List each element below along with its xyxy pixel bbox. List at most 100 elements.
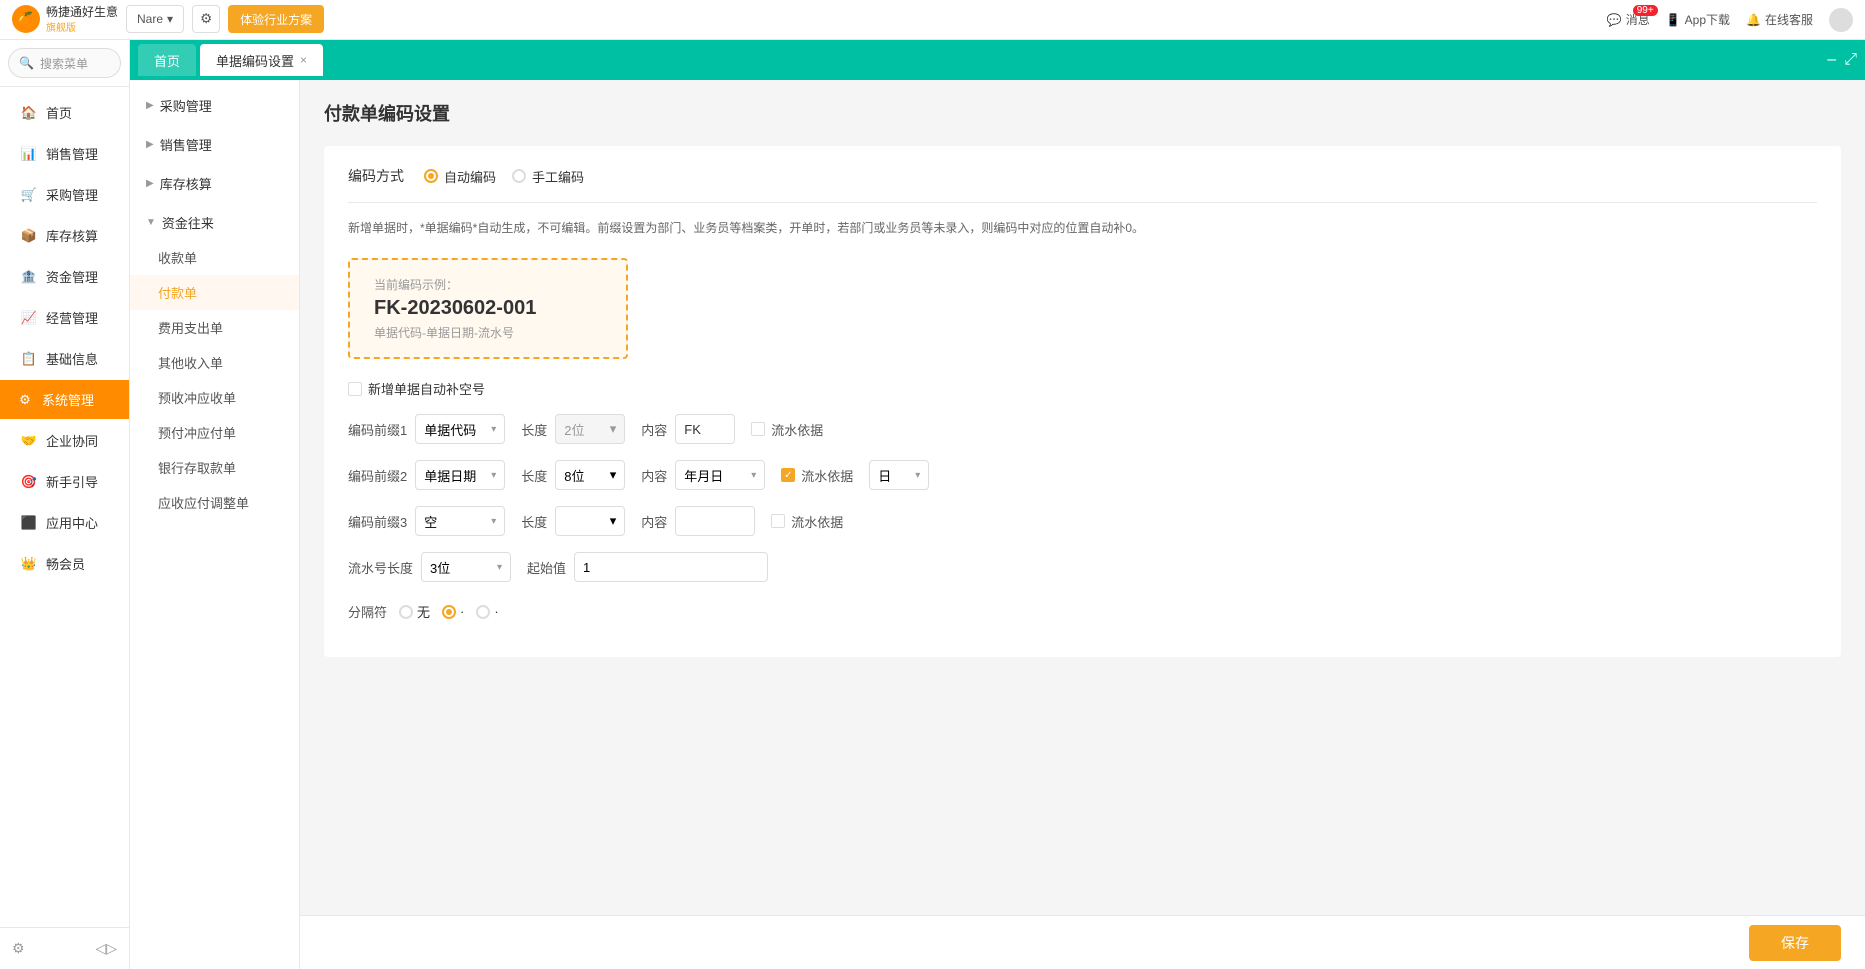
chevron-icon: ▾ — [915, 470, 920, 481]
field-length1: 长度 2位 ▾ — [521, 414, 625, 444]
sidebar-item-label: 畅会员 — [46, 554, 85, 573]
main-layout: 🔍 搜索菜单 🏠 首页 📊 销售管理 🛒 采购管理 📦 库存核算 🏦 — [0, 40, 1865, 969]
radio-auto[interactable]: 自动编码 — [424, 167, 496, 186]
sub-sidebar: ▶ 采购管理 ▶ 销售管理 ▶ 库存核算 — [130, 80, 300, 969]
auto-fill-row: 新增单据自动补空号 — [348, 379, 1817, 398]
app-logo: 🍊 畅捷通好生意 旗舰版 — [12, 5, 118, 34]
tab-home[interactable]: 首页 — [138, 44, 196, 76]
group-header-purchase[interactable]: ▶ 采购管理 — [130, 88, 299, 123]
nav-dropdown-button[interactable]: Nare ▾ — [126, 5, 184, 33]
sidebar-item-label: 经营管理 — [46, 308, 98, 327]
sub-item-bank[interactable]: 银行存取款单 — [130, 450, 299, 485]
sidebar-item-finance[interactable]: 🏦 资金管理 — [4, 257, 125, 296]
radio-manual-dot — [512, 169, 526, 183]
sub-item-other-income[interactable]: 其他收入单 — [130, 345, 299, 380]
sidebar-item-member[interactable]: 👑 畅会员 — [4, 544, 125, 583]
sidebar-nav: 🏠 首页 📊 销售管理 🛒 采购管理 📦 库存核算 🏦 资金管理 📈 经 — [0, 87, 129, 927]
sub-item-prepay-ap[interactable]: 预付冲应付单 — [130, 415, 299, 450]
sidebar-item-info[interactable]: 📋 基础信息 — [4, 339, 125, 378]
search-menu-button[interactable]: 🔍 搜索菜单 — [8, 48, 121, 78]
sidebar-item-inventory[interactable]: 📦 库存核算 — [4, 216, 125, 255]
sep-none[interactable]: 无 — [399, 602, 430, 621]
separator-label: 分隔符 — [348, 602, 387, 621]
sub-item-payment[interactable]: 付款单 — [130, 275, 299, 310]
serial-length-select[interactable]: 3位 ▾ — [421, 552, 511, 582]
preview-format: 单据代码-单据日期-流水号 — [374, 324, 602, 341]
group-header-sales[interactable]: ▶ 销售管理 — [130, 127, 299, 162]
serial-checkbox1[interactable] — [751, 422, 765, 436]
sidebar-settings-icon[interactable]: ⚙ — [8, 936, 29, 961]
sidebar-item-guide[interactable]: 🎯 新手引导 — [4, 462, 125, 501]
app-download-button[interactable]: 📱 App下载 — [1666, 11, 1730, 28]
tip-text: 新增单据时，*单据编码*自动生成，不可编辑。前缀设置为部门、业务员等档案类，开单… — [348, 219, 1817, 238]
sidebar-item-collab[interactable]: 🤝 企业协同 — [4, 421, 125, 460]
user-avatar[interactable] — [1829, 8, 1853, 32]
field-start-value: 起始值 — [527, 552, 768, 582]
serial-unit-select2[interactable]: 日 ▾ — [869, 460, 929, 490]
topbar: 🍊 畅捷通好生意 旗舰版 Nare ▾ ⚙ 体验行业方案 💬 消息 99+ 📱 … — [0, 0, 1865, 40]
tab-close-icon[interactable]: × — [300, 53, 307, 67]
logo-text: 畅捷通好生意 旗舰版 — [46, 5, 118, 34]
sidebar-search-area: 🔍 搜索菜单 — [0, 40, 129, 87]
message-button[interactable]: 💬 消息 99+ — [1607, 11, 1650, 28]
auto-fill-checkbox[interactable] — [348, 382, 362, 396]
tab-encoding-settings[interactable]: 单据编码设置 × — [200, 44, 323, 76]
field-length3: 长度 ▾ — [521, 506, 625, 536]
sidebar-item-apps[interactable]: ⬛ 应用中心 — [4, 503, 125, 542]
prefix1-select[interactable]: 单据代码 ▾ — [415, 414, 505, 444]
sidebar-item-business[interactable]: 📈 经营管理 — [4, 298, 125, 337]
online-service-button[interactable]: 🔔 在线客服 — [1746, 11, 1813, 28]
save-button[interactable]: 保存 — [1749, 925, 1841, 961]
industry-btn[interactable]: 体验行业方案 — [228, 5, 324, 33]
settings-icon-button[interactable]: ⚙ — [192, 5, 220, 33]
length1-label: 长度 — [521, 420, 547, 439]
prefix2-select[interactable]: 单据日期 ▾ — [415, 460, 505, 490]
group-header-inventory[interactable]: ▶ 库存核算 — [130, 166, 299, 201]
download-icon: 📱 — [1666, 13, 1681, 27]
serial-check2: 流水依据 — [781, 466, 853, 485]
info-icon: 📋 — [20, 350, 38, 368]
sub-item-expense[interactable]: 费用支出单 — [130, 310, 299, 345]
length2-select[interactable]: 8位 ▾ — [555, 460, 625, 490]
sep-dot[interactable]: · — [442, 604, 464, 619]
serial-checkbox3[interactable] — [771, 514, 785, 528]
settings-icon: ⚙ — [16, 391, 34, 409]
content2-select[interactable]: 年月日 ▾ — [675, 460, 765, 490]
radio-manual[interactable]: 手工编码 — [512, 167, 584, 186]
sidebar-item-settings[interactable]: ⚙ 系统管理 — [0, 380, 129, 419]
prefix3-select[interactable]: 空 ▾ — [415, 506, 505, 536]
bottom-bar: 保存 — [300, 915, 1865, 969]
field-serial-length: 流水号长度 3位 ▾ — [348, 552, 511, 582]
separator-options: 无 · · — [399, 602, 499, 621]
field-length2: 长度 8位 ▾ — [521, 460, 625, 490]
service-icon: 🔔 — [1746, 13, 1761, 27]
sub-item-receipt[interactable]: 收款单 — [130, 240, 299, 275]
tab-minimize-icon[interactable]: – — [1827, 51, 1836, 69]
field-prefix1: 编码前缀1 单据代码 ▾ — [348, 414, 505, 444]
member-icon: 👑 — [20, 555, 38, 573]
sidebar-item-sales[interactable]: 📊 销售管理 — [4, 134, 125, 173]
sub-item-adjustment[interactable]: 应收应付调整单 — [130, 485, 299, 520]
sep-dash[interactable]: · — [476, 604, 498, 619]
sidebar-item-home[interactable]: 🏠 首页 — [4, 93, 125, 132]
tab-expand-icon[interactable]: ⤢ — [1844, 51, 1857, 69]
serial-checkbox2[interactable] — [781, 468, 795, 482]
chevron-icon: ▾ — [610, 467, 617, 483]
logo-icon: 🍊 — [12, 5, 40, 33]
start-value-input[interactable] — [574, 552, 768, 582]
length3-select[interactable]: ▾ — [555, 506, 625, 536]
sidebar-item-purchase[interactable]: 🛒 采购管理 — [4, 175, 125, 214]
purchase-icon: 🛒 — [20, 186, 38, 204]
content-area: 首页 单据编码设置 × – ⤢ ▶ 采购管理 — [130, 40, 1865, 969]
home-icon: 🏠 — [20, 104, 38, 122]
sidebar-collapse-icon[interactable]: ◁▷ — [91, 936, 121, 961]
guide-icon: 🎯 — [20, 473, 38, 491]
chevron-down-icon: ▾ — [167, 12, 173, 26]
chevron-icon: ▾ — [497, 562, 502, 573]
group-header-capital[interactable]: ▼ 资金往来 — [130, 205, 299, 240]
serial-check3: 流水依据 — [771, 512, 843, 531]
sidebar-item-label: 库存核算 — [46, 226, 98, 245]
sub-item-prepay-ar[interactable]: 预收冲应收单 — [130, 380, 299, 415]
prefix-row-2: 编码前缀2 单据日期 ▾ 长度 8位 ▾ — [348, 460, 1817, 490]
right-panel: 付款单编码设置 编码方式 自动编码 — [300, 80, 1865, 969]
